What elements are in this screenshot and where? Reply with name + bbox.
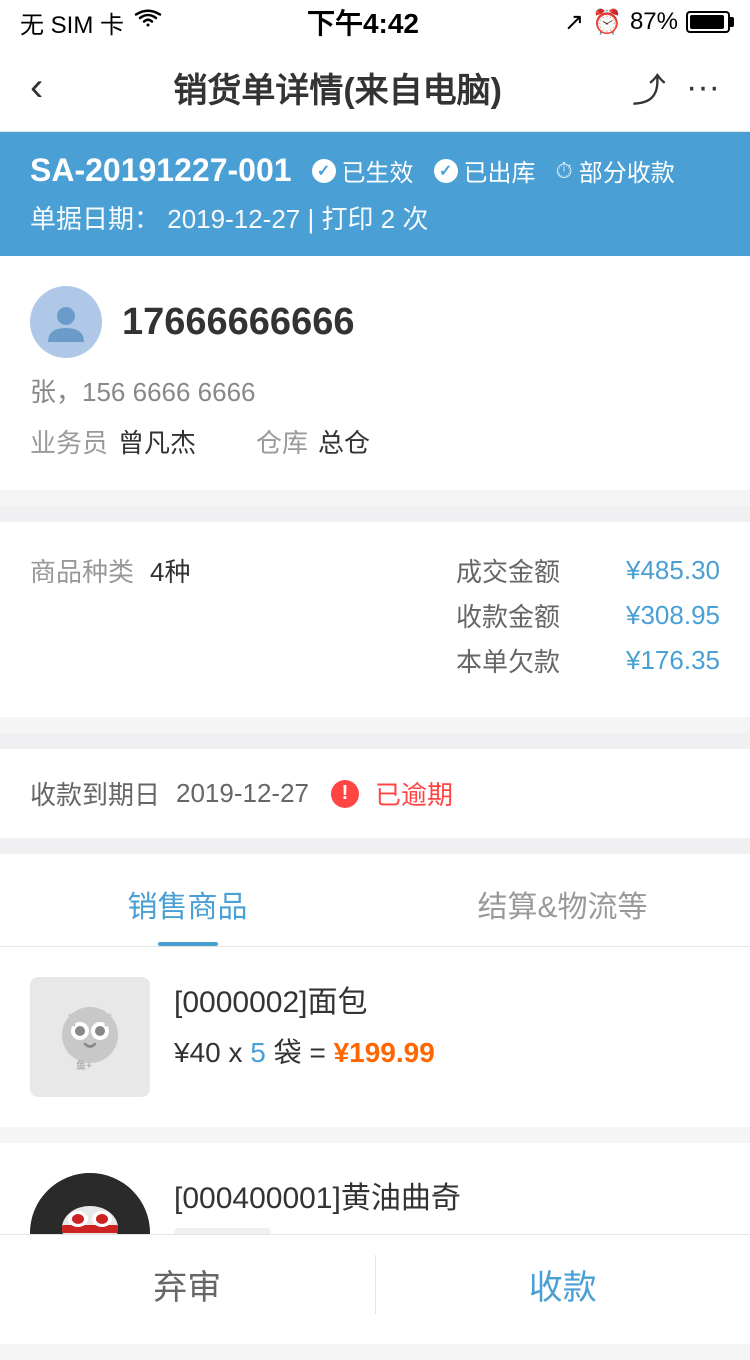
order-status-row: SA-20191227-001 ✓ 已生效 ✓ 已出库 ⏱ 部分收款 <box>30 152 720 189</box>
product-name-2: [000400001]黄油曲奇 <box>174 1173 720 1217</box>
battery-percent: 87% <box>630 8 678 36</box>
status-carrier-wifi: 无 SIM 卡 <box>20 5 162 40</box>
abandon-review-label: 弃审 <box>153 1260 221 1309</box>
back-button[interactable]: ‹ <box>30 65 43 110</box>
salesman-value: 曾凡杰 <box>118 423 196 460</box>
product-name-1: [0000002]面包 <box>174 977 720 1021</box>
product-price-1: ¥40 x 5 袋 = ¥199.99 <box>174 1031 720 1071</box>
received-row: 收款金额 ¥308.95 <box>456 597 720 634</box>
status-time: 下午4:42 <box>307 2 419 42</box>
warehouse-label: 仓库 <box>256 423 308 460</box>
location-icon: ↗ <box>564 8 584 37</box>
received-value: ¥308.95 <box>590 600 720 631</box>
status-effective: ✓ 已生效 <box>312 153 414 188</box>
status-bar: 无 SIM 卡 下午4:42 ↗ ⏰ 87% <box>0 0 750 44</box>
battery-icon <box>686 11 730 33</box>
tab-bar: 销售商品 结算&物流等 <box>0 854 750 947</box>
salesman-label: 业务员 <box>30 423 108 460</box>
status-partial: ⏱ 部分收款 <box>556 153 675 188</box>
customer-section: 17666666666 张，156 6666 6666 业务员 曾凡杰 仓库 总… <box>0 256 750 490</box>
owed-value: ¥176.35 <box>590 645 720 676</box>
warehouse-meta: 仓库 总仓 <box>256 423 370 460</box>
avatar <box>30 286 102 358</box>
warehouse-value: 总仓 <box>318 423 370 460</box>
clock-icon: ⏱ <box>556 158 573 184</box>
stats-section: 商品种类 4种 成交金额 ¥485.30 收款金额 ¥308.95 本单欠款 ¥… <box>0 522 750 717</box>
separator-1 <box>0 506 750 522</box>
collect-payment-button[interactable]: 收款 <box>376 1235 750 1334</box>
amount-row: 成交金额 ¥485.30 <box>456 552 720 589</box>
status-effective-label: 已生效 <box>342 153 414 188</box>
order-meta: 单据日期： 2019-12-27 | 打印 2 次 <box>30 199 720 236</box>
nav-actions: ⤴ ··· <box>632 63 720 112</box>
due-date-value: 2019-12-27 <box>176 778 309 809</box>
alarm-icon: ⏰ <box>592 8 622 37</box>
customer-phone: 17666666666 <box>122 301 354 344</box>
category-stats: 商品种类 4种 <box>30 552 190 589</box>
owed-row: 本单欠款 ¥176.35 <box>456 642 720 679</box>
salesman-meta: 业务员 曾凡杰 <box>30 423 196 460</box>
check-icon-shipped: ✓ <box>434 159 458 183</box>
product-total-1: ¥199.99 <box>334 1037 435 1068</box>
customer-id-row: 17666666666 <box>30 286 720 358</box>
product-qty-1: 5 <box>250 1037 266 1068</box>
due-date-section: 收款到期日 2019-12-27 ! 已逾期 <box>0 749 750 838</box>
customer-meta: 业务员 曾凡杰 仓库 总仓 <box>30 423 720 460</box>
tab-sales-products[interactable]: 销售商品 <box>0 854 375 946</box>
owed-label: 本单欠款 <box>456 642 560 679</box>
collect-payment-label: 收款 <box>529 1260 597 1309</box>
status-shipped: ✓ 已出库 <box>434 153 536 188</box>
category-value: 4种 <box>150 552 190 589</box>
more-button[interactable]: ··· <box>686 68 720 107</box>
product-thumb-1: 鱼+ <box>30 977 150 1097</box>
category-label: 商品种类 <box>30 552 134 589</box>
order-number: SA-20191227-001 <box>30 152 292 189</box>
nav-bar: ‹ 销货单详情(来自电脑) ⤴ ··· <box>0 44 750 132</box>
meta-print: | 打印 2 次 <box>307 204 428 234</box>
due-date-label: 收款到期日 <box>30 775 160 812</box>
product-id-2: [000400001] <box>174 1182 341 1215</box>
tab-sales-label: 销售商品 <box>128 891 248 924</box>
status-indicators: ↗ ⏰ 87% <box>564 8 730 37</box>
share-button[interactable]: ⤴ <box>632 63 666 112</box>
amount-label: 成交金额 <box>456 552 560 589</box>
meta-date-label: 单据日期： <box>30 204 160 234</box>
tab-settlement[interactable]: 结算&物流等 <box>375 854 750 946</box>
order-header: SA-20191227-001 ✓ 已生效 ✓ 已出库 ⏱ 部分收款 单据日期：… <box>0 132 750 256</box>
check-icon-effective: ✓ <box>312 159 336 183</box>
carrier-text: 无 SIM 卡 <box>20 5 124 40</box>
tab-settlement-label: 结算&物流等 <box>477 891 647 924</box>
product-item: 鱼+ [0000002]面包 ¥40 x 5 袋 = ¥199.99 <box>0 947 750 1127</box>
overdue-icon: ! <box>331 780 359 808</box>
bottom-bar: 弃审 收款 <box>0 1234 750 1334</box>
received-label: 收款金额 <box>456 597 560 634</box>
financial-stats: 成交金额 ¥485.30 收款金额 ¥308.95 本单欠款 ¥176.35 <box>456 552 720 687</box>
wifi-icon <box>134 8 162 36</box>
separator-3 <box>0 838 750 854</box>
meta-date-value: 2019-12-27 <box>167 204 300 234</box>
page-title: 销货单详情(来自电脑) <box>173 63 502 112</box>
product-id-1: [0000002] <box>174 986 307 1019</box>
status-shipped-label: 已出库 <box>464 153 536 188</box>
svg-text:鱼+: 鱼+ <box>76 1059 92 1072</box>
status-partial-label: 部分收款 <box>579 153 675 188</box>
customer-contact: 张，156 6666 6666 <box>30 372 720 409</box>
overdue-text: 已逾期 <box>375 775 453 812</box>
product-info-1: [0000002]面包 ¥40 x 5 袋 = ¥199.99 <box>174 977 720 1071</box>
separator-2 <box>0 733 750 749</box>
abandon-review-button[interactable]: 弃审 <box>0 1235 375 1334</box>
amount-value: ¥485.30 <box>590 555 720 586</box>
